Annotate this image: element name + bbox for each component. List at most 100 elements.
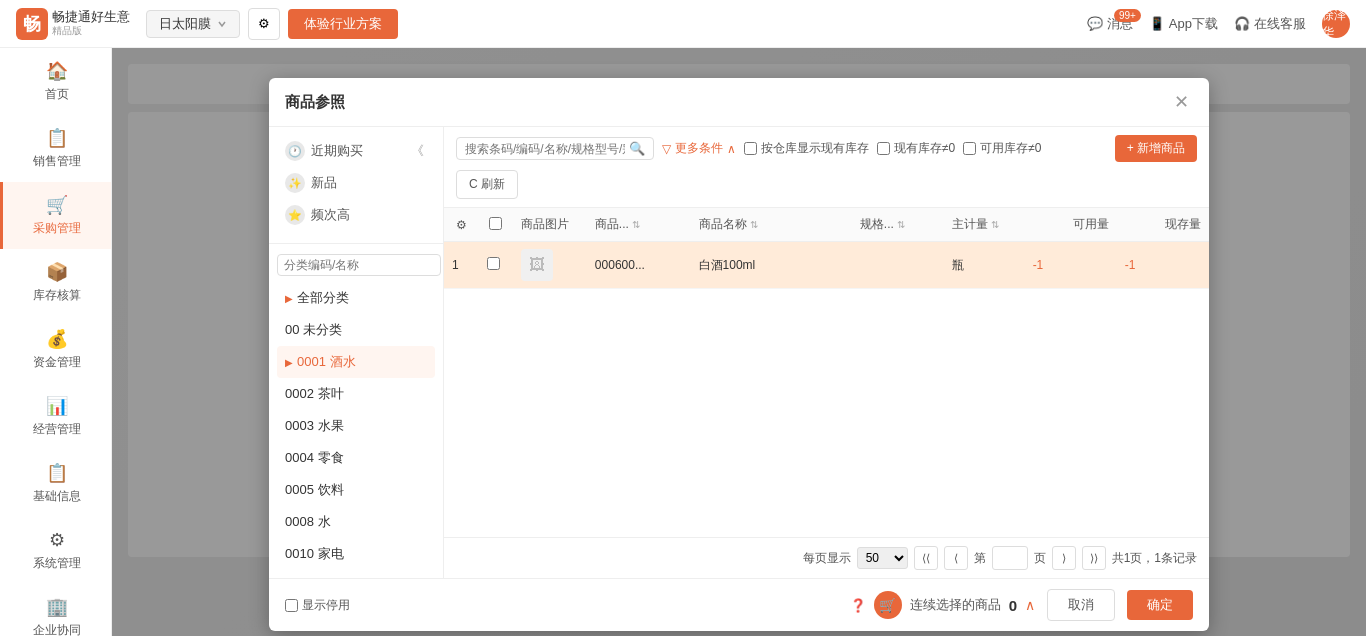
new-product-item[interactable]: ✨ 新品 [277,167,435,199]
category-electronics[interactable]: 0010 家电 [277,538,435,570]
sidebar-item-system[interactable]: ⚙ 系统管理 [0,517,111,584]
chevron-down-icon [217,19,227,29]
product-search-wrap: 🔍 [456,137,654,160]
next-page-button[interactable]: ⟩ [1052,546,1076,570]
show-disabled-label[interactable]: 显示停用 [285,597,350,614]
high-frequency-item[interactable]: ⭐ 频次高 [277,199,435,231]
purchase-icon: 🛒 [46,194,68,216]
sort-icon: ⇅ [632,219,640,230]
nav-selector[interactable]: 日太阳膜 [146,10,240,38]
trial-button[interactable]: 体验行业方案 [288,9,398,39]
modal-close-button[interactable]: ✕ [1169,90,1193,114]
cart-area: ❓ 🛒 连续选择的商品 0 ∧ [850,591,1035,619]
available-checkbox[interactable] [877,142,890,155]
sidebar-item-enterprise[interactable]: 🏢 企业协同 [0,584,111,636]
cart-icon[interactable]: 🛒 [874,591,902,619]
sidebar-item-inventory[interactable]: 📦 库存核算 [0,249,111,316]
product-table: ⚙ 商品图片 商品... ⇅ 商品名称 [444,208,1209,289]
category-label: 00 未分类 [285,321,342,339]
cancel-button[interactable]: 取消 [1047,589,1115,621]
available-checkbox-label[interactable]: 现有库存≠0 [877,140,955,157]
category-search-input[interactable] [277,254,441,276]
show-disabled-checkbox[interactable] [285,599,298,612]
col-spec-header[interactable]: 规格... ⇅ [852,208,944,242]
confirm-button[interactable]: 确定 [1127,590,1193,620]
product-image: 🖼 [521,249,553,281]
arrow-icon: ▶ [285,293,293,304]
system-icon: ⚙ [49,529,65,551]
sidebar-item-finance[interactable]: 💰 资金管理 [0,316,111,383]
category-beverage[interactable]: 0005 饮料 [277,474,435,506]
pagination: 每页显示 20 50 100 ⟨⟨ ⟨ 第 1 页 ⟩ [444,537,1209,578]
category-all[interactable]: ▶ 全部分类 [277,282,435,314]
quick-item-label: 新品 [311,174,337,192]
col-check [479,208,514,242]
cart-label: 连续选择的商品 [910,596,1001,614]
first-page-button[interactable]: ⟨⟨ [914,546,938,570]
col-name-header[interactable]: 商品名称 ⇅ [691,208,852,242]
sidebar-item-operation[interactable]: 📊 经营管理 [0,383,111,450]
row-checkbox[interactable] [487,257,500,270]
category-water[interactable]: 0008 水 [277,506,435,538]
row-img: 🖼 [513,242,587,289]
col-code-header[interactable]: 商品... ⇅ [587,208,691,242]
usable-checkbox[interactable] [963,142,976,155]
row-check[interactable] [479,242,514,289]
messages-button[interactable]: 💬 消息 99+ [1087,15,1133,33]
help-icon[interactable]: ❓ [850,598,866,613]
app-download-button[interactable]: 📱 App下载 [1149,15,1218,33]
product-search-input[interactable] [465,142,625,156]
warehouse-checkbox-label[interactable]: 按仓库显示现有库存 [744,140,869,157]
basic-icon: 📋 [46,462,68,484]
row-avail: -1 [1025,242,1117,289]
page-of: 页 [1034,550,1046,567]
collapse-icon[interactable]: 《 [407,141,427,161]
content-area: 商品参照 ✕ 🕐 近期购买 《 [112,48,1366,636]
filter-button[interactable]: ▽ 更多条件 ∧ [662,140,736,157]
logo-name: 畅捷通好生意 [52,9,130,25]
table-row[interactable]: 1 🖼 000600... 白酒100ml [444,242,1209,289]
category-label: 0003 水果 [285,417,344,435]
recent-purchase-item[interactable]: 🕐 近期购买 《 [277,135,435,167]
search-icon[interactable]: 🔍 [629,141,645,156]
add-product-button[interactable]: + 新增商品 [1115,135,1197,162]
col-unit-header[interactable]: 主计量 ⇅ [944,208,1025,242]
img-placeholder: 🖼 [529,256,545,274]
category-tea[interactable]: 0002 茶叶 [277,378,435,410]
row-index: 1 [444,242,479,289]
sidebar-item-purchase[interactable]: 🛒 采购管理 [0,182,111,249]
filter-icon: ▽ [662,142,671,156]
sidebar-item-label: 首页 [45,86,69,103]
select-all-checkbox[interactable] [489,217,502,230]
category-fruit[interactable]: 0003 水果 [277,410,435,442]
new-icon: ✨ [285,173,305,193]
main-layout: 🏠 首页 📋 销售管理 🛒 采购管理 📦 库存核算 💰 资金管理 📊 经营管理 … [0,48,1366,636]
sidebar-item-home[interactable]: 🏠 首页 [0,48,111,115]
page-number-input[interactable]: 1 [992,546,1028,570]
sidebar: 🏠 首页 📋 销售管理 🛒 采购管理 📦 库存核算 💰 资金管理 📊 经营管理 … [0,48,112,636]
left-panel: 🕐 近期购买 《 ✨ 新品 ⭐ 频次高 [269,127,444,578]
row-unit: 瓶 [944,242,1025,289]
page-size-select[interactable]: 20 50 100 [857,547,908,569]
sidebar-item-sales[interactable]: 📋 销售管理 [0,115,111,182]
category-unclassified[interactable]: 00 未分类 [277,314,435,346]
settings-button[interactable]: ⚙ [248,8,280,40]
usable-checkbox-label[interactable]: 可用库存≠0 [963,140,1041,157]
sidebar-item-label: 资金管理 [33,354,81,371]
category-snack[interactable]: 0004 零食 [277,442,435,474]
sidebar-item-label: 经营管理 [33,421,81,438]
prev-page-button[interactable]: ⟨ [944,546,968,570]
category-list: ▶ 全部分类 00 未分类 ▶ 0001 酒水 0002 茶 [269,282,443,570]
sidebar-item-basic[interactable]: 📋 基础信息 [0,450,111,517]
refresh-button[interactable]: C 刷新 [456,170,518,199]
online-service-button[interactable]: 🎧 在线客服 [1234,15,1306,33]
row-stock: -1 [1117,242,1209,289]
cart-collapse-button[interactable]: ∧ [1025,597,1035,613]
arrow-icon: ▶ [285,357,293,368]
user-menu[interactable]: 徐泽华 [1322,10,1350,38]
gear-icon: ⚙ [258,16,270,31]
col-settings[interactable]: ⚙ [444,208,479,242]
category-liquor[interactable]: ▶ 0001 酒水 [277,346,435,378]
warehouse-checkbox[interactable] [744,142,757,155]
last-page-button[interactable]: ⟩⟩ [1082,546,1106,570]
